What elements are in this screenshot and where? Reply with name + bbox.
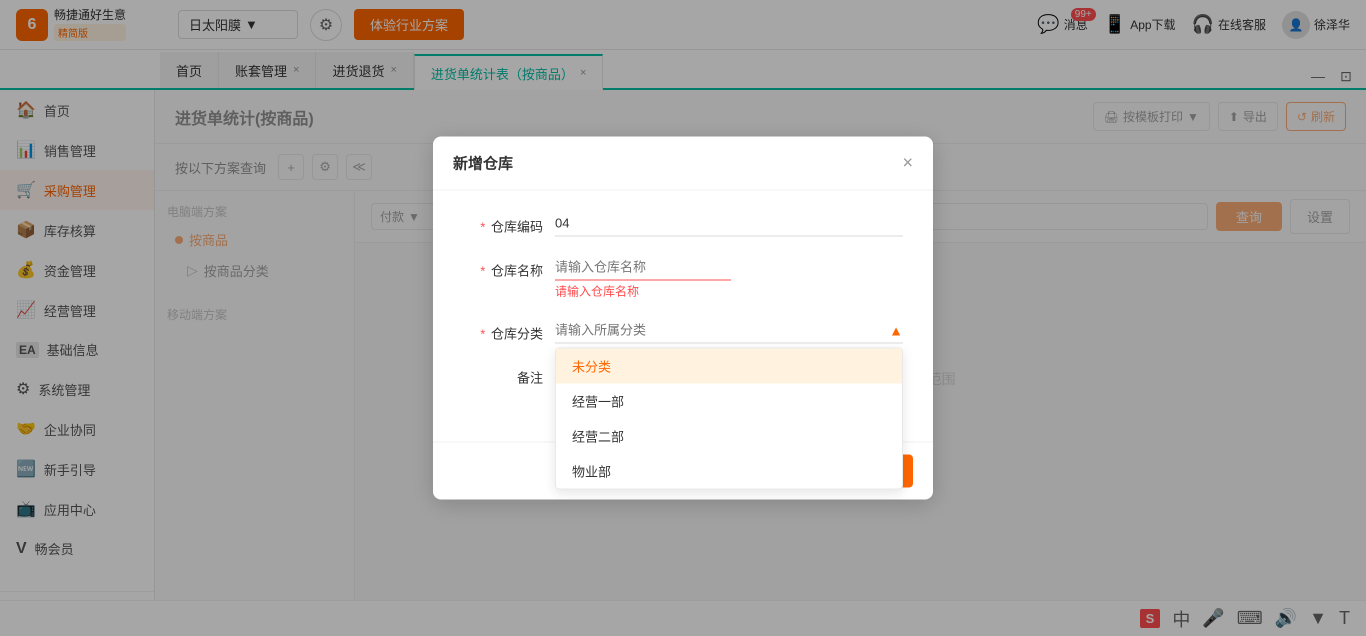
- new-warehouse-modal: 新增仓库 × * 仓库编码 * 仓库名称 请输入仓库名称 *: [433, 137, 933, 500]
- dropdown-item-unclassified[interactable]: 未分类: [556, 349, 902, 384]
- dropdown-item-dept2[interactable]: 经营二部: [556, 419, 902, 454]
- dropdown-item-property[interactable]: 物业部: [556, 454, 902, 489]
- modal-header: 新增仓库 ×: [433, 137, 933, 191]
- category-label: * 仓库分类: [463, 318, 543, 343]
- dropdown-item-dept1[interactable]: 经营一部: [556, 384, 902, 419]
- code-field-row: * 仓库编码: [463, 211, 903, 237]
- name-input-wrapper: 请输入仓库名称: [555, 255, 903, 300]
- category-dropdown: 未分类 经营一部 经营二部 物业部: [555, 348, 903, 490]
- name-error-msg: 请输入仓库名称: [555, 283, 903, 300]
- code-label: * 仓库编码: [463, 211, 543, 236]
- category-input-wrapper: ▲ 未分类 经营一部 经营二部 物业部: [555, 318, 903, 344]
- name-label: * 仓库名称: [463, 255, 543, 280]
- name-input[interactable]: [555, 255, 731, 281]
- remarks-label: 备注: [463, 362, 543, 387]
- category-input[interactable]: [555, 318, 903, 344]
- modal-close-icon[interactable]: ×: [902, 153, 913, 174]
- code-input[interactable]: [555, 211, 903, 237]
- category-arrow-icon[interactable]: ▲: [889, 323, 903, 339]
- modal-title: 新增仓库: [453, 153, 513, 174]
- category-field-row: * 仓库分类 ▲ 未分类 经营一部 经营二部 物业部: [463, 318, 903, 344]
- name-field-row: * 仓库名称 请输入仓库名称: [463, 255, 903, 300]
- modal-body: * 仓库编码 * 仓库名称 请输入仓库名称 * 仓库分类 ▲: [433, 191, 933, 442]
